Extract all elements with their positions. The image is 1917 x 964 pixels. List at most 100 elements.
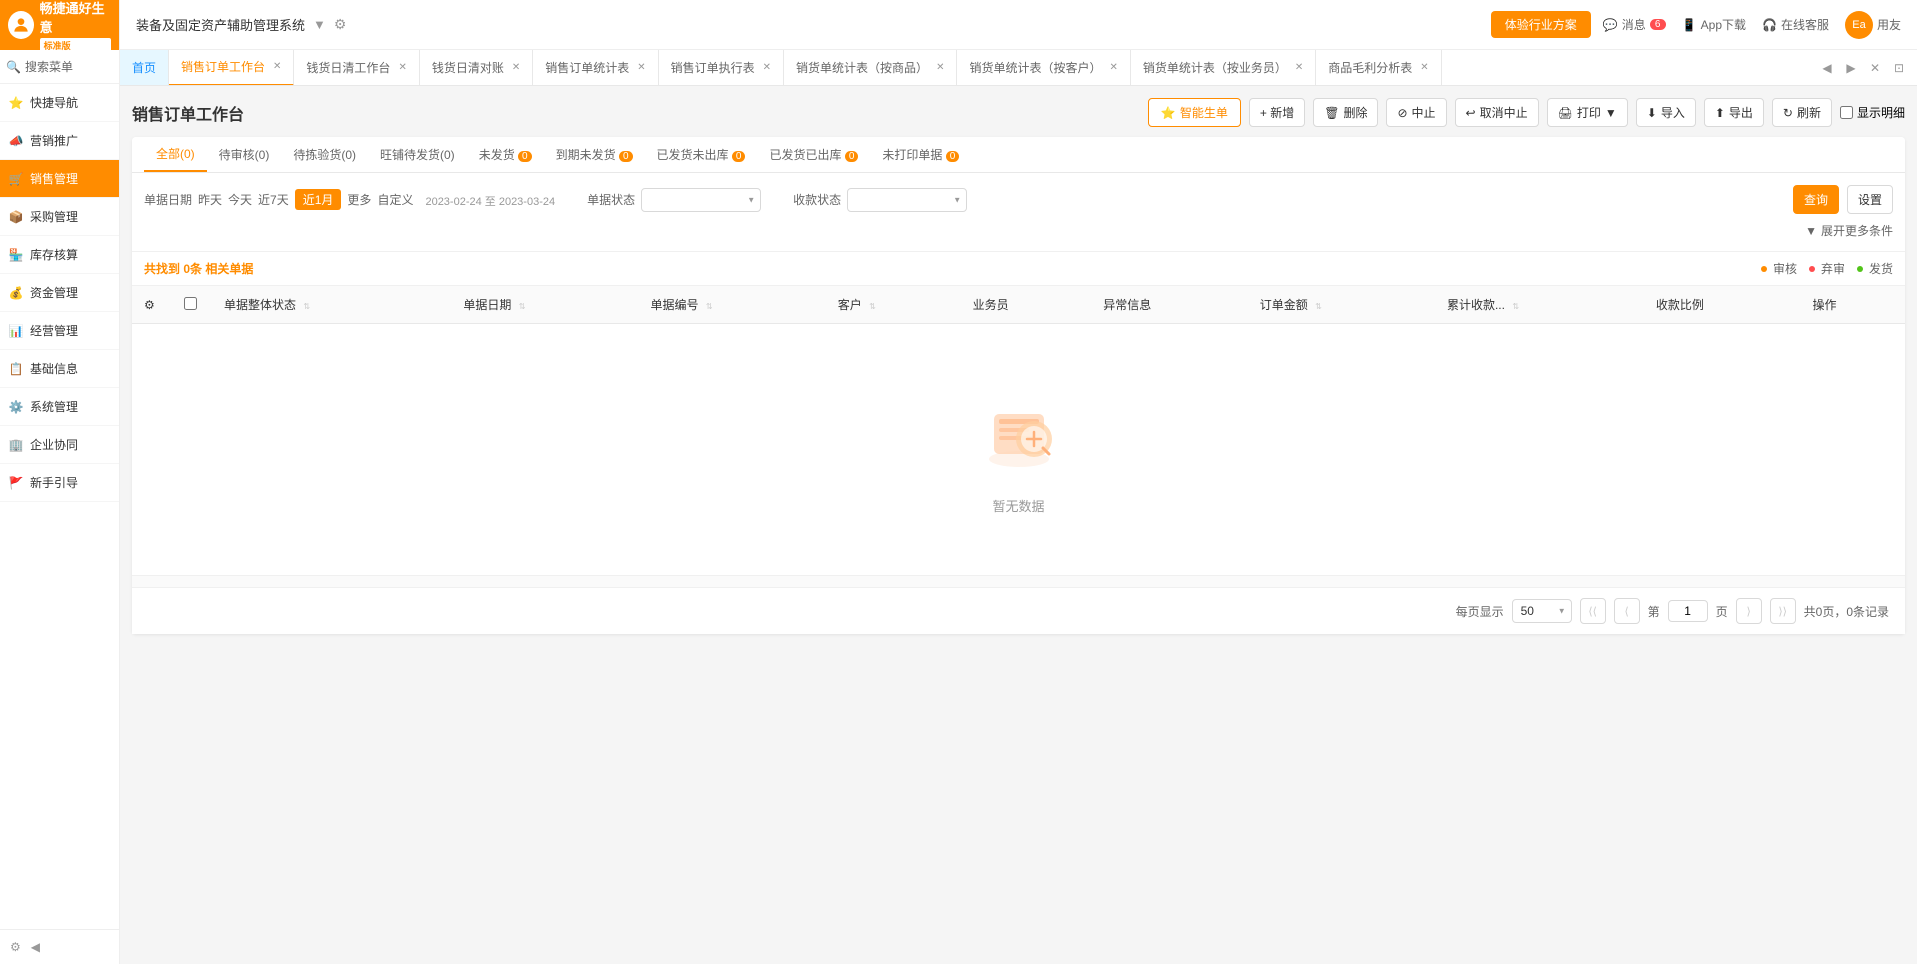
date-opt-more[interactable]: 更多: [347, 191, 371, 208]
sidebar-item-marketing[interactable]: 📣 营销推广: [0, 122, 119, 160]
col-label: 订单金额: [1260, 298, 1308, 312]
settings-icon[interactable]: ⚙: [334, 16, 347, 33]
tab-cash-reconcile[interactable]: 钱货日清对账 ✕: [420, 50, 533, 86]
page-prev-button[interactable]: ⟨: [1614, 598, 1640, 624]
page-first-button[interactable]: ⟨⟨: [1580, 598, 1606, 624]
sidebar-item-enterprise[interactable]: 🏢 企业协同: [0, 426, 119, 464]
date-range-display: 2023-02-24 至 2023-03-24: [425, 193, 555, 209]
collapse-icon[interactable]: ◀: [31, 940, 40, 954]
tab-product-profit[interactable]: 商品毛利分析表 ✕: [1316, 50, 1441, 86]
close-icon[interactable]: ✕: [637, 62, 645, 73]
select-all-checkbox[interactable]: [184, 297, 197, 310]
filter-tab-label: 已发货未出库: [657, 148, 729, 162]
page-input[interactable]: [1668, 600, 1708, 622]
tab-home[interactable]: 首页: [120, 50, 169, 86]
ship-button[interactable]: 发货: [1857, 260, 1893, 277]
filter-tab-overdue-not-shipped[interactable]: 到期未发货 0: [544, 138, 645, 171]
dropdown-icon[interactable]: ▼: [313, 17, 326, 32]
settings-button[interactable]: 设置: [1847, 185, 1893, 214]
filter-tab-not-printed[interactable]: 未打印单据 0: [870, 138, 971, 171]
sidebar-item-label: 销售管理: [30, 170, 78, 187]
expand-button[interactable]: ▼ 展开更多条件: [1805, 222, 1893, 239]
show-detail-checkbox[interactable]: [1840, 106, 1853, 119]
page-next-button[interactable]: ⟩: [1736, 598, 1762, 624]
page-last-button[interactable]: ⟩⟩: [1770, 598, 1796, 624]
tab-sales-stats[interactable]: 销售订单统计表 ✕: [533, 50, 658, 86]
sidebar-item-basic-info[interactable]: 📋 基础信息: [0, 350, 119, 388]
cancel-audit-button[interactable]: 弃审: [1809, 260, 1845, 277]
date-opt-today[interactable]: 今天: [228, 191, 252, 208]
close-icon[interactable]: ✕: [512, 62, 520, 73]
print-button[interactable]: 🖨 打印 ▼: [1547, 98, 1628, 127]
new-button[interactable]: + 新增: [1249, 98, 1305, 127]
delete-button[interactable]: 🗑 删除: [1313, 98, 1378, 127]
stop-button[interactable]: ⊘ 中止: [1386, 98, 1446, 127]
smart-create-button[interactable]: ⭐ 智能生单: [1148, 98, 1241, 127]
message-button[interactable]: 💬 消息 6: [1603, 16, 1666, 33]
query-button[interactable]: 查询: [1793, 185, 1839, 214]
tab-sales-exec[interactable]: 销售订单执行表 ✕: [659, 50, 784, 86]
summary-actions: 审核 弃审 发货: [1761, 260, 1893, 277]
sidebar-item-inventory[interactable]: 🏪 库存核算: [0, 236, 119, 274]
filter-tab-not-shipped[interactable]: 未发货 0: [467, 138, 544, 171]
col-collected[interactable]: 累计收款... ⇅: [1435, 286, 1644, 324]
filter-tab-wangpu[interactable]: 旺铺待发货(0): [368, 138, 467, 171]
tabs-expand-icon[interactable]: ⊡: [1889, 58, 1909, 78]
tab-sales-summary-customer[interactable]: 销货单统计表（按客户） ✕: [957, 50, 1130, 86]
close-icon[interactable]: ✕: [936, 62, 944, 73]
sidebar-item-sales[interactable]: 🛒 销售管理: [0, 160, 119, 198]
import-button[interactable]: ⬇ 导入: [1636, 98, 1696, 127]
filter-tab-shipped-not-out[interactable]: 已发货未出库 0: [645, 138, 758, 171]
tab-sales-summary-staff[interactable]: 销货单统计表（按业务员） ✕: [1131, 50, 1316, 86]
col-amount[interactable]: 订单金额 ⇅: [1248, 286, 1435, 324]
page-size-select[interactable]: 50 10 20 100: [1512, 599, 1572, 623]
date-opt-yesterday[interactable]: 昨天: [198, 191, 222, 208]
chart-icon: 📊: [8, 323, 24, 339]
horizontal-scrollbar[interactable]: [132, 575, 1905, 587]
date-opt-1month[interactable]: 近1月: [295, 189, 342, 210]
col-date[interactable]: 单据日期 ⇅: [451, 286, 638, 324]
sidebar-item-newbie[interactable]: 🚩 新手引导: [0, 464, 119, 502]
filter-tab-pending-inspect[interactable]: 待拣验货(0): [281, 138, 368, 171]
close-icon[interactable]: ✕: [1420, 62, 1428, 73]
payment-select[interactable]: [847, 188, 967, 212]
column-settings-icon[interactable]: ⚙: [144, 298, 155, 312]
col-label: 异常信息: [1103, 298, 1151, 312]
tab-sales-order-workbench[interactable]: 销售订单工作台 ✕: [169, 50, 294, 86]
gear-icon[interactable]: ⚙: [10, 940, 21, 954]
solution-button[interactable]: 体验行业方案: [1491, 11, 1591, 38]
sidebar-item-operations[interactable]: 📊 经营管理: [0, 312, 119, 350]
col-number[interactable]: 单据编号 ⇅: [639, 286, 826, 324]
export-button[interactable]: ⬆ 导出: [1704, 98, 1764, 127]
tabs-prev-icon[interactable]: ◀: [1817, 58, 1837, 78]
close-icon[interactable]: ✕: [398, 62, 406, 73]
app-download-button[interactable]: 📱 App下载: [1682, 16, 1746, 33]
tab-cash-daily[interactable]: 钱货日清工作台 ✕: [294, 50, 419, 86]
sidebar-item-purchase[interactable]: 📦 采购管理: [0, 198, 119, 236]
refresh-button[interactable]: ↻ 刷新: [1772, 98, 1832, 127]
audit-button[interactable]: 审核: [1761, 260, 1797, 277]
sidebar-item-search[interactable]: 🔍 搜索菜单: [0, 50, 119, 84]
date-opt-7days[interactable]: 近7天: [258, 191, 289, 208]
online-support-button[interactable]: 🎧 在线客服: [1762, 16, 1829, 33]
tab-sales-summary-product[interactable]: 销货单统计表（按商品） ✕: [784, 50, 957, 86]
sidebar-item-quick-nav[interactable]: ⭐ 快捷导航: [0, 84, 119, 122]
status-select[interactable]: [641, 188, 761, 212]
tabs-next-icon[interactable]: ▶: [1841, 58, 1861, 78]
filter-tab-shipped-out[interactable]: 已发货已出库 0: [757, 138, 870, 171]
filter-tab-pending-review[interactable]: 待审核(0): [207, 138, 282, 171]
close-icon[interactable]: ✕: [1109, 62, 1117, 73]
sidebar-item-system[interactable]: ⚙️ 系统管理: [0, 388, 119, 426]
user-menu-button[interactable]: Ea 用友: [1845, 11, 1901, 39]
close-icon[interactable]: ✕: [763, 62, 771, 73]
sidebar-item-finance[interactable]: 💰 资金管理: [0, 274, 119, 312]
col-customer[interactable]: 客户 ⇅: [826, 286, 961, 324]
tabs-close-icon[interactable]: ✕: [1865, 58, 1885, 78]
filter-tab-all[interactable]: 全部(0): [144, 137, 207, 172]
cancel-stop-button[interactable]: ↩ 取消中止: [1455, 98, 1539, 127]
date-opt-custom[interactable]: 自定义: [377, 191, 413, 208]
close-icon[interactable]: ✕: [1295, 62, 1303, 73]
close-icon[interactable]: ✕: [273, 61, 281, 72]
show-detail-checkbox-wrapper[interactable]: 显示明细: [1840, 104, 1905, 121]
col-status[interactable]: 单据整体状态 ⇅: [212, 286, 451, 324]
